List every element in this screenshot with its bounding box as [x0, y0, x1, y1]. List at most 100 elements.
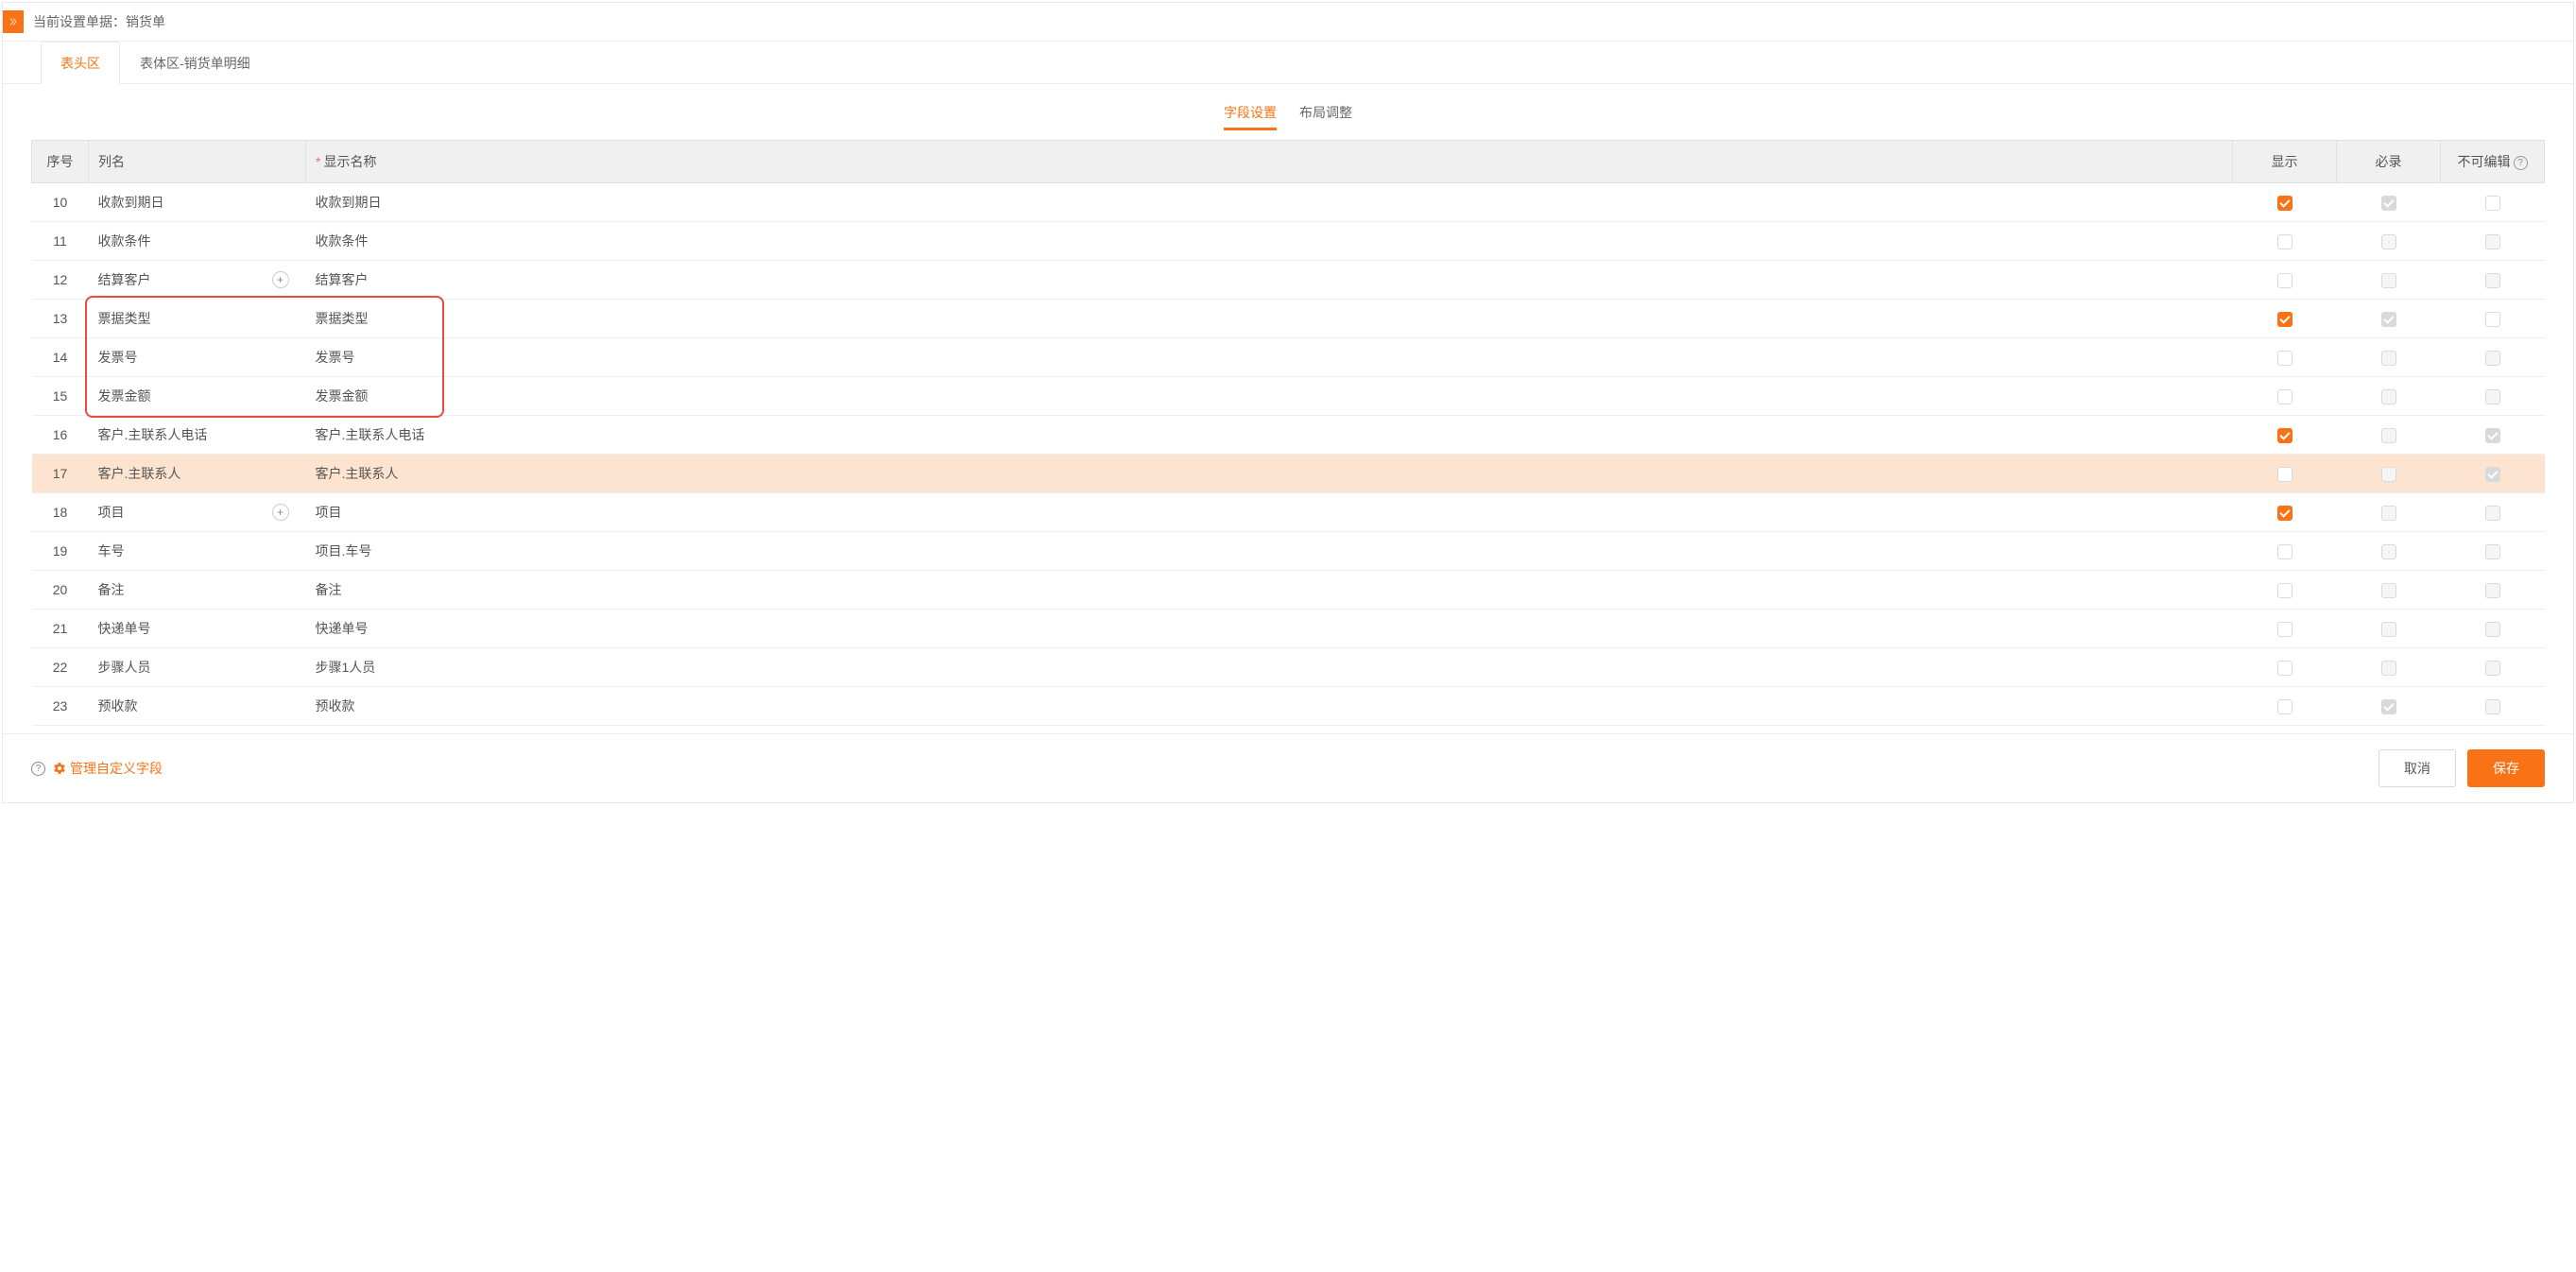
tab-1[interactable]: 表体区-销货单明细: [120, 42, 270, 84]
required-checkbox: [2381, 312, 2396, 327]
th-locked-label: 不可编辑: [2458, 154, 2511, 169]
plus-icon[interactable]: +: [272, 504, 289, 521]
show-checkbox[interactable]: [2277, 699, 2293, 714]
field-settings-table: 序号 列名 *显示名称 显示 必录 不可编辑? 10收款到期日收款到期日11收款…: [31, 140, 2545, 726]
plus-icon[interactable]: +: [272, 271, 289, 288]
locked-checkbox: [2485, 389, 2500, 404]
locked-checkbox[interactable]: [2485, 196, 2500, 211]
show-checkbox[interactable]: [2277, 351, 2293, 366]
show-checkbox[interactable]: [2277, 622, 2293, 637]
show-checkbox[interactable]: [2277, 273, 2293, 288]
show-checkbox[interactable]: [2277, 428, 2293, 443]
table-row: 15 发票金额 发票金额: [32, 377, 2545, 416]
cell-seq: 23: [32, 687, 89, 726]
footer-bar: ? 管理自定义字段 取消 保存: [3, 733, 2573, 802]
cell-show: [2233, 571, 2337, 610]
cell-required: [2337, 493, 2441, 532]
th-show: 显示: [2233, 141, 2337, 183]
cell-name: 车号: [89, 532, 306, 571]
required-checkbox: [2381, 622, 2396, 637]
manage-custom-fields-link[interactable]: 管理自定义字段: [53, 759, 163, 778]
cell-display-name[interactable]: 客户.主联系人电话: [306, 416, 2233, 455]
cell-display-name[interactable]: 票据类型: [306, 300, 2233, 338]
table-row: 13票据类型票据类型: [32, 300, 2545, 338]
save-button[interactable]: 保存: [2467, 749, 2545, 787]
show-checkbox[interactable]: [2277, 312, 2293, 327]
table-row: 19车号项目.车号: [32, 532, 2545, 571]
required-checkbox: [2381, 389, 2396, 404]
field-name-label: 收款到期日: [98, 193, 164, 212]
cell-seq: 14: [32, 338, 89, 377]
cell-seq: 20: [32, 571, 89, 610]
cell-display-name[interactable]: 步骤1人员: [306, 648, 2233, 687]
cell-display-name[interactable]: 客户.主联系人: [306, 455, 2233, 493]
cell-name: 备注: [89, 571, 306, 610]
cell-seq: 10: [32, 183, 89, 222]
cell-display-name[interactable]: 备注: [306, 571, 2233, 610]
locked-checkbox: [2485, 506, 2500, 521]
gear-icon: [53, 762, 66, 775]
subtab-1[interactable]: 布局调整: [1299, 97, 1352, 130]
cell-locked: [2441, 416, 2545, 455]
cell-show: [2233, 532, 2337, 571]
field-name-label: 车号: [98, 541, 125, 560]
required-checkbox: [2381, 351, 2396, 366]
cell-required: [2337, 571, 2441, 610]
required-checkbox: [2381, 544, 2396, 559]
tab-0[interactable]: 表头区: [41, 42, 120, 84]
show-checkbox[interactable]: [2277, 234, 2293, 249]
cell-required: [2337, 687, 2441, 726]
cell-display-name[interactable]: 发票号: [306, 338, 2233, 377]
show-checkbox[interactable]: [2277, 506, 2293, 521]
required-asterisk: *: [316, 154, 320, 169]
locked-checkbox[interactable]: [2485, 312, 2500, 327]
cell-name: 收款到期日: [89, 183, 306, 222]
table-row: 20备注备注: [32, 571, 2545, 610]
cell-display-name[interactable]: 项目: [306, 493, 2233, 532]
cell-display-name[interactable]: 发票金额: [306, 377, 2233, 416]
cell-display-name[interactable]: 结算客户: [306, 261, 2233, 300]
cell-required: [2337, 183, 2441, 222]
help-icon[interactable]: ?: [2514, 156, 2528, 170]
locked-checkbox: [2485, 428, 2500, 443]
cell-required: [2337, 610, 2441, 648]
cell-required: [2337, 338, 2441, 377]
th-locked: 不可编辑?: [2441, 141, 2545, 183]
cell-show: [2233, 648, 2337, 687]
cell-display-name[interactable]: 收款条件: [306, 222, 2233, 261]
sub-tabs: 字段设置布局调整: [3, 84, 2573, 130]
table-row: 16客户.主联系人电话客户.主联系人电话: [32, 416, 2545, 455]
cell-seq: 15: [32, 377, 89, 416]
locked-checkbox: [2485, 467, 2500, 482]
expand-toggle-button[interactable]: [3, 10, 24, 33]
field-name-label: 票据类型: [98, 309, 151, 328]
cancel-button[interactable]: 取消: [2379, 749, 2456, 787]
cell-seq: 17: [32, 455, 89, 493]
cell-locked: [2441, 648, 2545, 687]
show-checkbox[interactable]: [2277, 467, 2293, 482]
cell-name: 票据类型: [89, 300, 306, 338]
show-checkbox[interactable]: [2277, 389, 2293, 404]
cell-name: 步骤人员: [89, 648, 306, 687]
field-name-label: 发票金额: [98, 387, 151, 405]
show-checkbox[interactable]: [2277, 544, 2293, 559]
cell-name: 发票金额: [89, 377, 306, 416]
table-row: 23预收款预收款: [32, 687, 2545, 726]
show-checkbox[interactable]: [2277, 583, 2293, 598]
question-icon[interactable]: ?: [31, 762, 45, 776]
manage-custom-fields-label: 管理自定义字段: [70, 759, 163, 778]
cell-display-name[interactable]: 收款到期日: [306, 183, 2233, 222]
cell-locked: [2441, 222, 2545, 261]
subtab-0[interactable]: 字段设置: [1224, 97, 1277, 130]
cell-display-name[interactable]: 项目.车号: [306, 532, 2233, 571]
required-checkbox: [2381, 506, 2396, 521]
table-row: 11收款条件收款条件: [32, 222, 2545, 261]
table-row: 17客户.主联系人客户.主联系人: [32, 455, 2545, 493]
cell-display-name[interactable]: 预收款: [306, 687, 2233, 726]
cell-locked: [2441, 532, 2545, 571]
show-checkbox[interactable]: [2277, 661, 2293, 676]
cell-display-name[interactable]: 快递单号: [306, 610, 2233, 648]
show-checkbox[interactable]: [2277, 196, 2293, 211]
cell-name: 结算客户+: [89, 261, 306, 300]
locked-checkbox: [2485, 544, 2500, 559]
